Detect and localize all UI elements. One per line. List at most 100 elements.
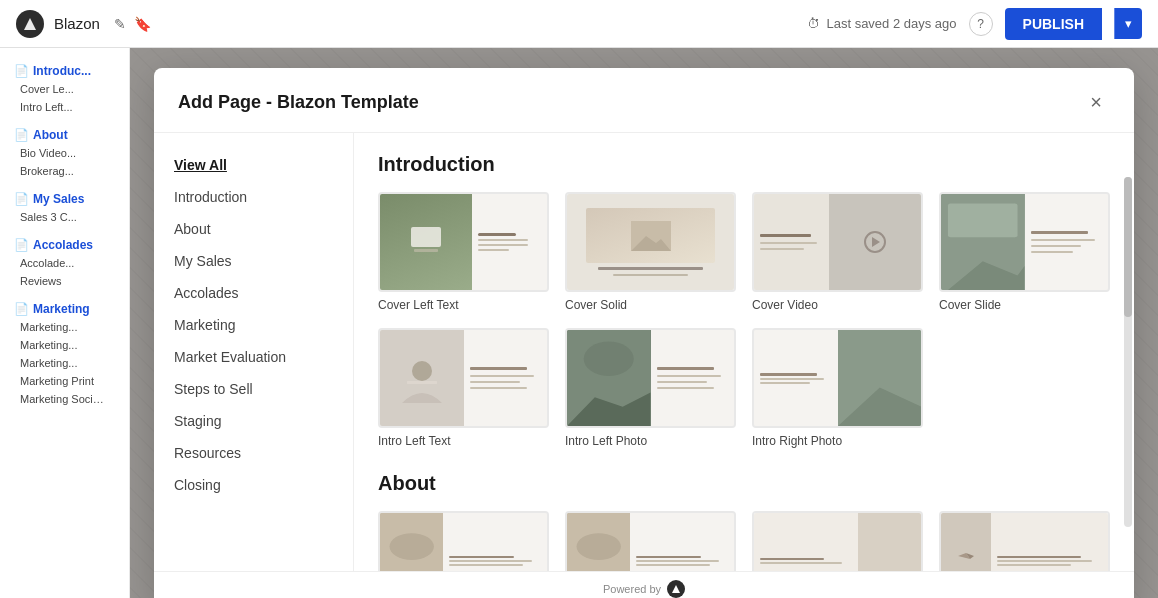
modal-nav-resources[interactable]: Resources bbox=[154, 437, 353, 469]
page-icon-about: 📄 bbox=[14, 128, 29, 142]
help-button[interactable]: ? bbox=[969, 12, 993, 36]
main-content: Add Page - Blazon Template × View All In… bbox=[130, 48, 1158, 598]
sidebar-group-mysales: 📄 My Sales bbox=[8, 188, 121, 208]
topbar-right: ⏱ Last saved 2 days ago ? PUBLISH ▾ bbox=[807, 8, 1142, 40]
page-icon-marketing: 📄 bbox=[14, 302, 29, 316]
sidebar-item-cover-left[interactable]: Cover Le... bbox=[8, 80, 121, 98]
template-cover-left-text[interactable]: Cover Left Text bbox=[378, 192, 549, 312]
modal-nav: View All Introduction About My Sales Acc… bbox=[154, 133, 354, 571]
modal-nav-my-sales[interactable]: My Sales bbox=[154, 245, 353, 277]
modal-nav-marketing[interactable]: Marketing bbox=[154, 309, 353, 341]
sidebar-item-brokerage[interactable]: Brokerag... bbox=[8, 162, 121, 180]
saved-status: ⏱ Last saved 2 days ago bbox=[807, 16, 956, 31]
add-page-modal: Add Page - Blazon Template × View All In… bbox=[154, 68, 1134, 598]
template-about-1[interactable] bbox=[378, 511, 549, 571]
sidebar-item-bio-video[interactable]: Bio Video... bbox=[8, 144, 121, 162]
publish-button[interactable]: PUBLISH bbox=[1005, 8, 1102, 40]
scrollbar[interactable] bbox=[1124, 177, 1132, 527]
template-thumb-about-1 bbox=[378, 511, 549, 571]
svg-rect-1 bbox=[411, 227, 441, 247]
sidebar-item-sales3c[interactable]: Sales 3 C... bbox=[8, 208, 121, 226]
app-logo bbox=[16, 10, 44, 38]
template-thumb-intro-right-photo bbox=[752, 328, 923, 428]
svg-rect-6 bbox=[948, 204, 1018, 238]
sidebar-section-introduction: 📄 Introduc... Cover Le... Intro Left... bbox=[0, 56, 129, 120]
svg-marker-0 bbox=[24, 18, 36, 30]
modal-nav-steps-to-sell[interactable]: Steps to Sell bbox=[154, 373, 353, 405]
template-label-cover-slide: Cover Slide bbox=[939, 298, 1110, 312]
sidebar: 📄 Introduc... Cover Le... Intro Left... … bbox=[0, 48, 130, 598]
template-cover-solid[interactable]: Cover Solid bbox=[565, 192, 736, 312]
sidebar-group-introduction: 📄 Introduc... bbox=[8, 60, 121, 80]
modal-nav-staging[interactable]: Staging bbox=[154, 405, 353, 437]
template-thumb-about-2 bbox=[565, 511, 736, 571]
template-label-cover-video: Cover Video bbox=[752, 298, 923, 312]
sidebar-group-about: 📄 About bbox=[8, 124, 121, 144]
edit-icon[interactable]: ✎ bbox=[114, 16, 126, 32]
page-icon-mysales: 📄 bbox=[14, 192, 29, 206]
modal-nav-introduction[interactable]: Introduction bbox=[154, 181, 353, 213]
svg-rect-9 bbox=[407, 381, 437, 384]
modal-header: Add Page - Blazon Template × bbox=[154, 68, 1134, 133]
template-about-4[interactable] bbox=[939, 511, 1110, 571]
main-area: 📄 Introduc... Cover Le... Intro Left... … bbox=[0, 48, 1158, 598]
modal-nav-closing[interactable]: Closing bbox=[154, 469, 353, 501]
topbar-icons: ✎ 🔖 bbox=[114, 16, 151, 32]
saved-text: Last saved 2 days ago bbox=[826, 16, 956, 31]
template-intro-left-text[interactable]: Intro Left Text bbox=[378, 328, 549, 448]
svg-point-8 bbox=[412, 361, 432, 381]
svg-marker-21 bbox=[672, 585, 680, 593]
template-thumb-about-3 bbox=[752, 511, 923, 571]
modal-overlay: Add Page - Blazon Template × View All In… bbox=[130, 48, 1158, 598]
sidebar-group-about-label: About bbox=[33, 128, 68, 142]
template-cover-video[interactable]: Cover Video bbox=[752, 192, 923, 312]
modal-nav-accolades[interactable]: Accolades bbox=[154, 277, 353, 309]
modal-nav-market-evaluation[interactable]: Market Evaluation bbox=[154, 341, 353, 373]
sidebar-item-marketing1[interactable]: Marketing... bbox=[8, 318, 121, 336]
template-thumb-cover-left-text bbox=[378, 192, 549, 292]
modal-nav-view-all[interactable]: View All bbox=[154, 149, 353, 181]
template-label-intro-left-photo: Intro Left Photo bbox=[565, 434, 736, 448]
sidebar-item-accolade[interactable]: Accolade... bbox=[8, 254, 121, 272]
modal-close-button[interactable]: × bbox=[1082, 88, 1110, 116]
template-thumb-cover-slide bbox=[939, 192, 1110, 292]
publish-dropdown-button[interactable]: ▾ bbox=[1114, 8, 1142, 39]
page-icon-accolades: 📄 bbox=[14, 238, 29, 252]
sidebar-item-marketing3[interactable]: Marketing... bbox=[8, 354, 121, 372]
powered-by-logo bbox=[667, 580, 685, 598]
template-thumb-intro-left-photo bbox=[565, 328, 736, 428]
template-thumb-about-4 bbox=[939, 511, 1110, 571]
sidebar-item-marketing-print[interactable]: Marketing Print bbox=[8, 372, 121, 390]
clock-icon: ⏱ bbox=[807, 16, 820, 31]
sidebar-item-intro-left[interactable]: Intro Left... bbox=[8, 98, 121, 116]
sidebar-group-label: Introduc... bbox=[33, 64, 91, 78]
template-about-2[interactable] bbox=[565, 511, 736, 571]
sidebar-item-marketing2[interactable]: Marketing... bbox=[8, 336, 121, 354]
template-label-cover-solid: Cover Solid bbox=[565, 298, 736, 312]
bookmark-icon[interactable]: 🔖 bbox=[134, 16, 151, 32]
modal-templates-content: Introduction bbox=[354, 133, 1134, 571]
sidebar-group-marketing: 📄 Marketing bbox=[8, 298, 121, 318]
template-about-3[interactable] bbox=[752, 511, 923, 571]
svg-rect-2 bbox=[414, 249, 438, 252]
sidebar-section-about: 📄 About Bio Video... Brokerag... bbox=[0, 120, 129, 184]
svg-point-18 bbox=[577, 533, 621, 560]
page-icon: 📄 bbox=[14, 64, 29, 78]
template-cover-slide[interactable]: Cover Slide bbox=[939, 192, 1110, 312]
sidebar-group-marketing-label: Marketing bbox=[33, 302, 90, 316]
document-title: Blazon bbox=[54, 15, 100, 32]
sidebar-item-marketing-social[interactable]: Marketing Social Media bbox=[8, 390, 121, 408]
svg-point-11 bbox=[584, 342, 634, 377]
powered-by-text: Powered by bbox=[603, 583, 661, 595]
template-label-intro-right-photo: Intro Right Photo bbox=[752, 434, 923, 448]
modal-nav-about[interactable]: About bbox=[154, 213, 353, 245]
template-intro-right-photo[interactable]: Intro Right Photo bbox=[752, 328, 923, 448]
sidebar-group-accolades-label: Accolades bbox=[33, 238, 93, 252]
sidebar-section-marketing: 📄 Marketing Marketing... Marketing... Ma… bbox=[0, 294, 129, 412]
modal-title: Add Page - Blazon Template bbox=[178, 92, 419, 113]
sidebar-section-accolades: 📄 Accolades Accolade... Reviews bbox=[0, 230, 129, 294]
svg-point-16 bbox=[390, 533, 434, 560]
template-intro-left-photo[interactable]: Intro Left Photo bbox=[565, 328, 736, 448]
template-thumb-intro-left-text bbox=[378, 328, 549, 428]
sidebar-item-reviews[interactable]: Reviews bbox=[8, 272, 121, 290]
